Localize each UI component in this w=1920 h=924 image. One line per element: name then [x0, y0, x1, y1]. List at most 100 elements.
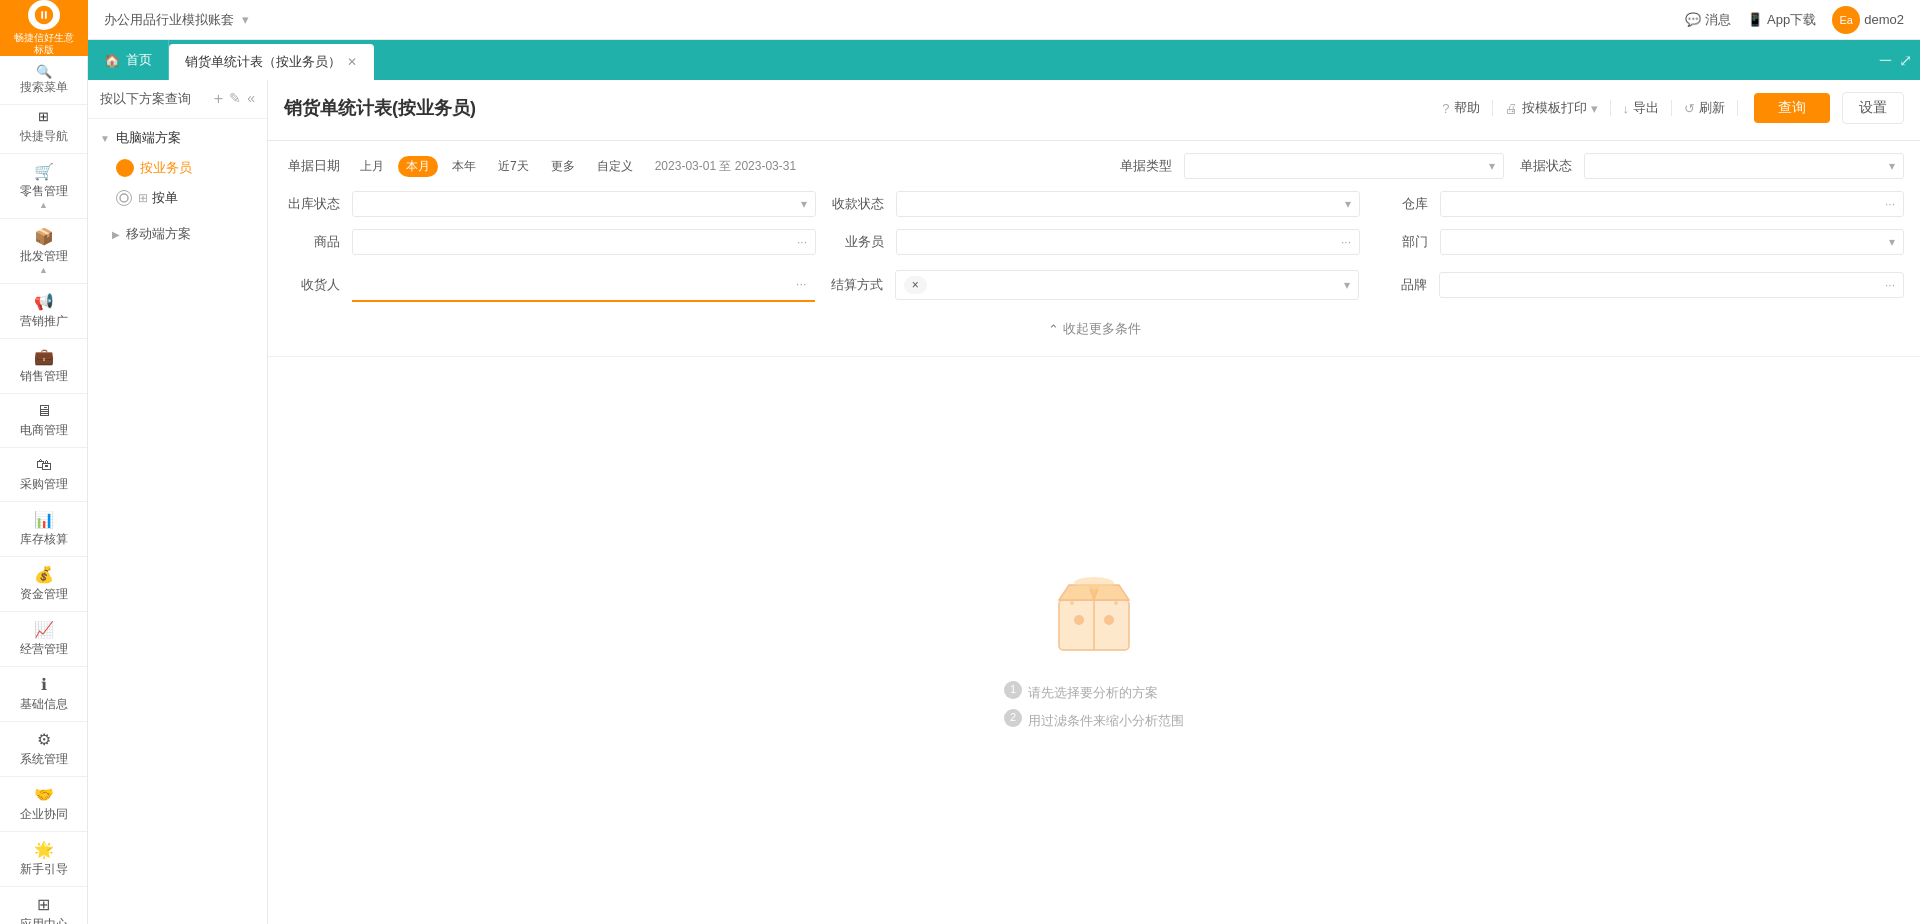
tab-expand-icon[interactable]: ⤢: [1899, 51, 1912, 70]
date-btn-this-month[interactable]: 本月: [398, 156, 438, 177]
sidebar-item-wholesale[interactable]: 📦 批发管理 ▲: [0, 219, 87, 284]
page-header: 销货单统计表(按业务员) ? 帮助 🖨 按模板打印 ▾: [268, 80, 1920, 141]
collapse-panel-icon[interactable]: «: [247, 90, 255, 108]
sidebar-item-ops[interactable]: 📈 经营管理: [0, 612, 87, 667]
topbar-dropdown-icon[interactable]: ▾: [242, 12, 249, 27]
refresh-button[interactable]: ↺ 刷新: [1684, 99, 1725, 117]
sidebar-item-inventory[interactable]: 📊 库存核算: [0, 502, 87, 557]
query-button[interactable]: 查询: [1754, 93, 1830, 123]
app-logo: 畅捷信好生意 标版: [0, 0, 88, 56]
svg-point-7: [1114, 601, 1118, 605]
sidebar-item-system[interactable]: ⚙ 系统管理: [0, 722, 87, 777]
payment-method-select[interactable]: × ▾: [895, 270, 1360, 300]
salesman-label: 业务员: [828, 233, 884, 251]
content-area: 按以下方案查询 + ✎ « ▼ 电脑端方案 ✓ 按业务员: [88, 80, 1920, 924]
warehouse-select[interactable]: ···: [1440, 191, 1904, 217]
sidebar-item-marketing[interactable]: 📢 营销推广: [0, 284, 87, 339]
sidebar-item-retail[interactable]: 🛒 零售管理 ▲: [0, 154, 87, 219]
retail-arrow: ▲: [39, 200, 48, 210]
divider-1: [1492, 100, 1493, 116]
print-button[interactable]: 🖨 按模板打印 ▾: [1505, 99, 1598, 117]
consignee-input[interactable]: [360, 271, 796, 296]
desktop-group-header[interactable]: ▼ 电脑端方案: [88, 123, 267, 153]
marketing-icon: 📢: [34, 292, 54, 311]
ecommerce-label: 电商管理: [20, 422, 68, 439]
quick-nav-item[interactable]: ⊞ 快捷导航: [0, 105, 87, 154]
salesman-select[interactable]: ···: [896, 229, 1360, 255]
collapse-label: 收起更多条件: [1063, 320, 1141, 338]
retail-icon: 🛒: [34, 162, 54, 181]
order-icon: ⊞: [138, 191, 148, 205]
desktop-group-arrow: ▼: [100, 133, 110, 144]
date-btn-last-7[interactable]: 近7天: [490, 156, 537, 177]
ecommerce-icon: 🖥: [36, 402, 52, 420]
date-range-display: 2023-03-01 至 2023-03-31: [655, 158, 796, 175]
tab-home[interactable]: 🏠 首页: [88, 40, 169, 80]
warehouse-label: 仓库: [1372, 195, 1428, 213]
scheme-by-order[interactable]: ⊞ 按单: [88, 183, 267, 213]
search-menu-item[interactable]: 🔍 搜索菜单: [0, 56, 87, 105]
help-icon: ?: [1442, 101, 1449, 116]
salesman-dots-icon: ···: [1341, 235, 1351, 249]
date-btn-more[interactable]: 更多: [543, 156, 583, 177]
page-title: 销货单统计表(按业务员): [284, 96, 476, 120]
messages-button[interactable]: 💬 消息: [1685, 11, 1731, 29]
step-1-text: 请先选择要分析的方案: [1028, 681, 1158, 704]
step-1-num: 1: [1004, 681, 1022, 699]
avatar-text: Ea: [1840, 14, 1853, 26]
sidebar-item-cooperation[interactable]: 🤝 企业协同: [0, 777, 87, 832]
marketing-label: 营销推广: [20, 313, 68, 330]
basic-label: 基础信息: [20, 696, 68, 713]
doc-type-select[interactable]: ▾: [1184, 153, 1504, 179]
payment-status-select[interactable]: ▾: [896, 191, 1360, 217]
filter-area: 单据日期 上月 本月 本年 近7天 更多 自定义 2023-03-01 至 20…: [268, 141, 1920, 357]
consignee-label: 收货人: [284, 276, 340, 294]
user-menu[interactable]: Ea demo2: [1832, 6, 1904, 34]
mobile-group-header[interactable]: ▶ 移动端方案: [88, 221, 267, 247]
app-download-button[interactable]: 📱 App下载: [1747, 11, 1816, 29]
logo-text: 畅捷信好生意 标版: [14, 32, 74, 56]
export-label: 导出: [1633, 99, 1659, 117]
left-panel: 按以下方案查询 + ✎ « ▼ 电脑端方案 ✓ 按业务员: [88, 80, 268, 924]
system-icon: ⚙: [37, 730, 51, 749]
payment-method-chevron-icon: ▾: [1344, 278, 1350, 292]
svg-point-5: [1104, 615, 1114, 625]
sidebar-item-ecommerce[interactable]: 🖥 电商管理: [0, 394, 87, 448]
page-actions: ? 帮助 🖨 按模板打印 ▾ ↓ 导出: [1442, 92, 1904, 124]
print-icon: 🖨: [1505, 101, 1518, 116]
warehouse-dots-icon: ···: [1885, 197, 1895, 211]
sidebar-item-apps[interactable]: ⊞ 应用中心: [0, 887, 87, 924]
brand-select[interactable]: ···: [1439, 272, 1904, 298]
sidebar-item-purchase[interactable]: 🛍 采购管理: [0, 448, 87, 502]
inventory-icon: 📊: [34, 510, 54, 529]
sidebar-item-sales[interactable]: 💼 销售管理: [0, 339, 87, 394]
sidebar-item-basic[interactable]: ℹ 基础信息: [0, 667, 87, 722]
empty-illustration: [1034, 545, 1154, 665]
sidebar-item-guide[interactable]: 🌟 新手引导: [0, 832, 87, 887]
out-status-select[interactable]: ▾: [352, 191, 816, 217]
user-label: demo2: [1864, 12, 1904, 27]
right-main: 销货单统计表(按业务员) ? 帮助 🖨 按模板打印 ▾: [268, 80, 1920, 924]
tab-close-icon[interactable]: ✕: [347, 55, 357, 69]
brand-dots-icon: ···: [1885, 278, 1895, 292]
edit-scheme-icon[interactable]: ✎: [229, 90, 241, 108]
empty-step-2: 2 用过滤条件来缩小分析范围: [1004, 709, 1184, 732]
export-button[interactable]: ↓ 导出: [1623, 99, 1660, 117]
dept-select[interactable]: ▾: [1440, 229, 1904, 255]
date-btn-this-year[interactable]: 本年: [444, 156, 484, 177]
doc-status-select[interactable]: ▾: [1584, 153, 1904, 179]
help-button[interactable]: ? 帮助: [1442, 99, 1479, 117]
consignee-dots-icon[interactable]: ···: [796, 276, 807, 291]
tab-sales-stat[interactable]: 销货单统计表（按业务员） ✕: [169, 44, 374, 80]
date-btn-custom[interactable]: 自定义: [589, 156, 641, 177]
svg-point-3: [1074, 577, 1114, 589]
sidebar-item-finance[interactable]: 💰 资金管理: [0, 557, 87, 612]
tab-minimize-icon[interactable]: ─: [1880, 51, 1891, 69]
collapse-filter-button[interactable]: ⌃ 收起更多条件: [284, 314, 1904, 344]
settings-button[interactable]: 设置: [1842, 92, 1904, 124]
goods-select[interactable]: ···: [352, 229, 816, 255]
date-btn-last-month[interactable]: 上月: [352, 156, 392, 177]
add-scheme-icon[interactable]: +: [214, 90, 223, 108]
date-filter: 上月 本月 本年 近7天 更多 自定义 2023-03-01 至 2023-03…: [352, 156, 1104, 177]
scheme-by-salesman[interactable]: ✓ 按业务员: [88, 153, 267, 183]
